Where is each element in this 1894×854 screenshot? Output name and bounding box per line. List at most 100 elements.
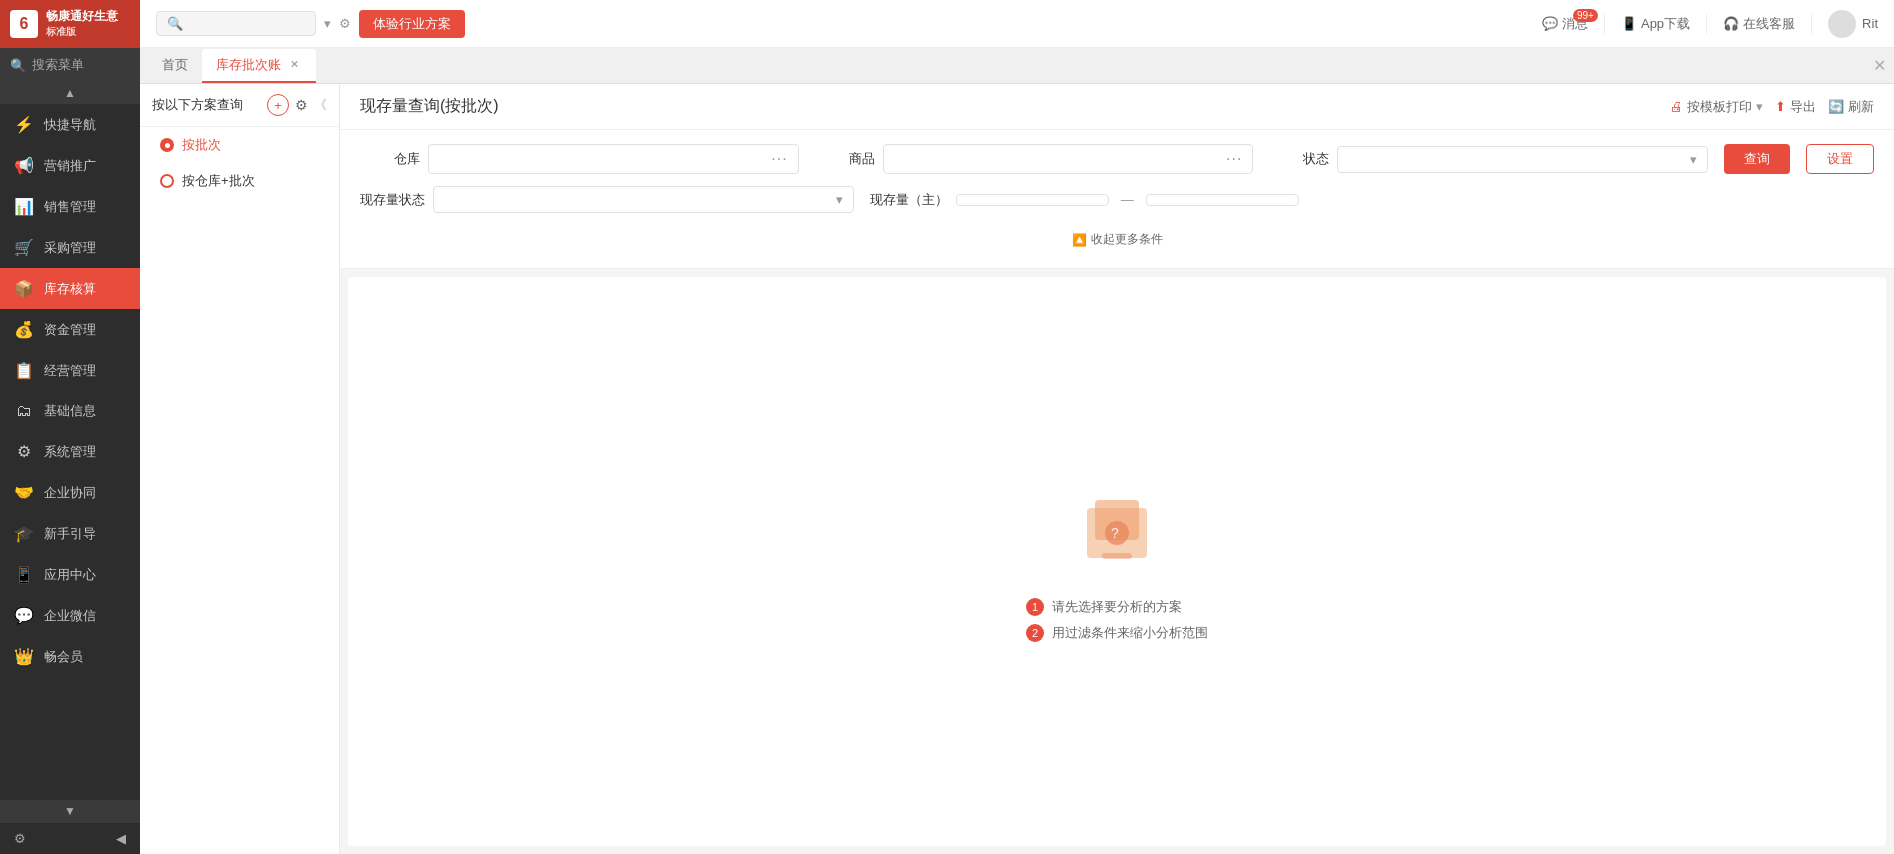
stock-qty-max-input[interactable] bbox=[1146, 194, 1299, 206]
warehouse-dots-icon[interactable]: ··· bbox=[771, 150, 787, 168]
topbar-chevron-down-icon[interactable]: ▾ bbox=[324, 16, 331, 31]
user-menu[interactable]: Rit bbox=[1828, 10, 1878, 38]
left-panel-title: 按以下方案查询 bbox=[152, 96, 243, 114]
marketing-label: 营销推广 bbox=[44, 157, 96, 175]
inventory-icon: 📦 bbox=[14, 279, 34, 298]
collapse-more-btn[interactable]: 🔼 收起更多条件 bbox=[360, 225, 1874, 254]
hint-text-1: 请先选择要分析的方案 bbox=[1052, 594, 1182, 620]
sidebar-item-system[interactable]: ⚙ 系统管理 bbox=[0, 431, 140, 472]
stock-status-select[interactable]: ▾ bbox=[433, 186, 854, 213]
topbar-left: 🔍 ▾ ⚙ 体验行业方案 bbox=[156, 10, 1532, 38]
divider-3 bbox=[1811, 14, 1812, 34]
app-download-btn[interactable]: 📱 App下载 bbox=[1621, 15, 1690, 33]
tab-bar-actions: ✕ bbox=[1873, 56, 1886, 75]
system-label: 系统管理 bbox=[44, 443, 96, 461]
sidebar-scroll-down[interactable]: ▼ bbox=[0, 800, 140, 822]
goods-label: 商品 bbox=[815, 150, 875, 168]
member-label: 畅会员 bbox=[44, 648, 83, 666]
online-service-btn[interactable]: 🎧 在线客服 bbox=[1723, 15, 1795, 33]
enterprise-wechat-icon: 💬 bbox=[14, 606, 34, 625]
filter-warehouse: 仓库 ··· bbox=[360, 144, 799, 174]
enterprise-wechat-label: 企业微信 bbox=[44, 607, 96, 625]
sales-icon: 📊 bbox=[14, 197, 34, 216]
collapse-up-icon: 🔼 bbox=[1072, 233, 1087, 247]
newcomer-label: 新手引导 bbox=[44, 525, 96, 543]
topbar-gear-icon[interactable]: ⚙ bbox=[339, 16, 351, 31]
hint-item-1: 1 请先选择要分析的方案 bbox=[1026, 594, 1208, 620]
scheme-batch[interactable]: 按批次 bbox=[140, 127, 339, 163]
enterprise-icon: 🤝 bbox=[14, 483, 34, 502]
sidebar-item-marketing[interactable]: 📢 营销推广 bbox=[0, 145, 140, 186]
finance-label: 资金管理 bbox=[44, 321, 96, 339]
sidebar-item-app-center[interactable]: 📱 应用中心 bbox=[0, 554, 140, 595]
sidebar-search[interactable]: 🔍 搜索菜单 bbox=[0, 48, 140, 82]
goods-input[interactable]: ··· bbox=[883, 144, 1254, 174]
svg-rect-4 bbox=[1102, 553, 1132, 559]
scheme-settings-icon[interactable]: ⚙ bbox=[295, 97, 308, 113]
sidebar-item-enterprise-wechat[interactable]: 💬 企业微信 bbox=[0, 595, 140, 636]
filter-goods: 商品 ··· bbox=[815, 144, 1254, 174]
content-area: 按以下方案查询 + ⚙ 《 按批次 按仓库+批次 现存量查询(按批次) bbox=[140, 84, 1894, 854]
message-badge: 99+ bbox=[1573, 9, 1598, 22]
sidebar-item-inventory[interactable]: 📦 库存核算 bbox=[0, 268, 140, 309]
warehouse-label: 仓库 bbox=[360, 150, 420, 168]
query-btn[interactable]: 查询 bbox=[1724, 144, 1790, 174]
sidebar-item-quick-nav[interactable]: ⚡ 快捷导航 bbox=[0, 104, 140, 145]
app-download-icon: 📱 bbox=[1621, 16, 1637, 31]
stock-qty-min-input[interactable] bbox=[956, 194, 1109, 206]
divider-1 bbox=[1604, 14, 1605, 34]
stock-qty-label: 现存量（主） bbox=[870, 191, 948, 209]
collapse-more-label: 收起更多条件 bbox=[1091, 231, 1163, 248]
page-title: 现存量查询(按批次) bbox=[360, 96, 499, 117]
status-chevron-icon: ▾ bbox=[1690, 152, 1697, 167]
sidebar-item-purchase[interactable]: 🛒 采购管理 bbox=[0, 227, 140, 268]
newcomer-icon: 🎓 bbox=[14, 524, 34, 543]
empty-hints: 1 请先选择要分析的方案 2 用过滤条件来缩小分析范围 bbox=[1026, 594, 1208, 646]
member-icon: 👑 bbox=[14, 647, 34, 666]
scheme-warehouse-batch[interactable]: 按仓库+批次 bbox=[140, 163, 339, 199]
enterprise-label: 企业协同 bbox=[44, 484, 96, 502]
goods-dots-icon[interactable]: ··· bbox=[1226, 150, 1242, 168]
panel-collapse-icon[interactable]: 《 bbox=[314, 96, 327, 114]
tab-close-icon[interactable]: ✕ bbox=[287, 57, 302, 72]
tab-close-all-icon[interactable]: ✕ bbox=[1873, 56, 1886, 75]
stock-status-chevron-icon: ▾ bbox=[836, 192, 843, 207]
sidebar-item-operations[interactable]: 📋 经营管理 bbox=[0, 350, 140, 391]
print-chevron-icon[interactable]: ▾ bbox=[1756, 99, 1763, 114]
filter-area: 仓库 ··· 商品 ··· 状态 bbox=[340, 130, 1894, 269]
sidebar-scroll-up[interactable]: ▲ bbox=[0, 82, 140, 104]
message-btn[interactable]: 💬 消息 99+ bbox=[1542, 15, 1588, 33]
sidebar: 6 畅康通好生意 标准版 🔍 搜索菜单 ▲ ⚡ 快捷导航 📢 营销推广 📊 销售… bbox=[0, 0, 140, 854]
finance-icon: 💰 bbox=[14, 320, 34, 339]
hint-num-1: 1 bbox=[1026, 598, 1044, 616]
refresh-btn[interactable]: 🔄 刷新 bbox=[1828, 98, 1874, 116]
tab-home[interactable]: 首页 bbox=[148, 49, 202, 83]
sidebar-item-member[interactable]: 👑 畅会员 bbox=[0, 636, 140, 677]
setting-btn[interactable]: 设置 bbox=[1806, 144, 1874, 174]
sidebar-collapse-icon[interactable]: ◀ bbox=[116, 831, 126, 846]
operations-label: 经营管理 bbox=[44, 362, 96, 380]
export-btn[interactable]: ⬆ 导出 bbox=[1775, 98, 1816, 116]
warehouse-input[interactable]: ··· bbox=[428, 144, 799, 174]
filter-stock-status: 现存量状态 ▾ bbox=[360, 186, 854, 213]
sidebar-item-finance[interactable]: 💰 资金管理 bbox=[0, 309, 140, 350]
tab-inventory-batch[interactable]: 库存批次账 ✕ bbox=[202, 49, 316, 83]
basic-icon: 🗂 bbox=[14, 402, 34, 420]
status-select[interactable]: ▾ bbox=[1337, 146, 1708, 173]
stock-qty-dash: — bbox=[1121, 192, 1134, 207]
print-btn[interactable]: 🖨 按模板打印 ▾ bbox=[1670, 98, 1763, 116]
sidebar-settings-icon[interactable]: ⚙ bbox=[14, 831, 26, 846]
scheme-batch-dot bbox=[160, 138, 174, 152]
sidebar-item-newcomer[interactable]: 🎓 新手引导 bbox=[0, 513, 140, 554]
industry-btn[interactable]: 体验行业方案 bbox=[359, 10, 465, 38]
sidebar-nav: ⚡ 快捷导航 📢 营销推广 📊 销售管理 🛒 采购管理 📦 库存核算 💰 资金管… bbox=[0, 104, 140, 800]
tab-bar: 首页 库存批次账 ✕ ✕ bbox=[140, 48, 1894, 84]
topbar-search-box[interactable]: 🔍 bbox=[156, 11, 316, 36]
sidebar-item-sales[interactable]: 📊 销售管理 bbox=[0, 186, 140, 227]
sidebar-item-basic[interactable]: 🗂 基础信息 bbox=[0, 391, 140, 431]
print-label: 按模板打印 bbox=[1687, 98, 1752, 116]
sidebar-item-enterprise[interactable]: 🤝 企业协同 bbox=[0, 472, 140, 513]
user-avatar bbox=[1828, 10, 1856, 38]
page-header: 现存量查询(按批次) 🖨 按模板打印 ▾ ⬆ 导出 🔄 刷新 bbox=[340, 84, 1894, 130]
add-scheme-btn[interactable]: + bbox=[267, 94, 289, 116]
